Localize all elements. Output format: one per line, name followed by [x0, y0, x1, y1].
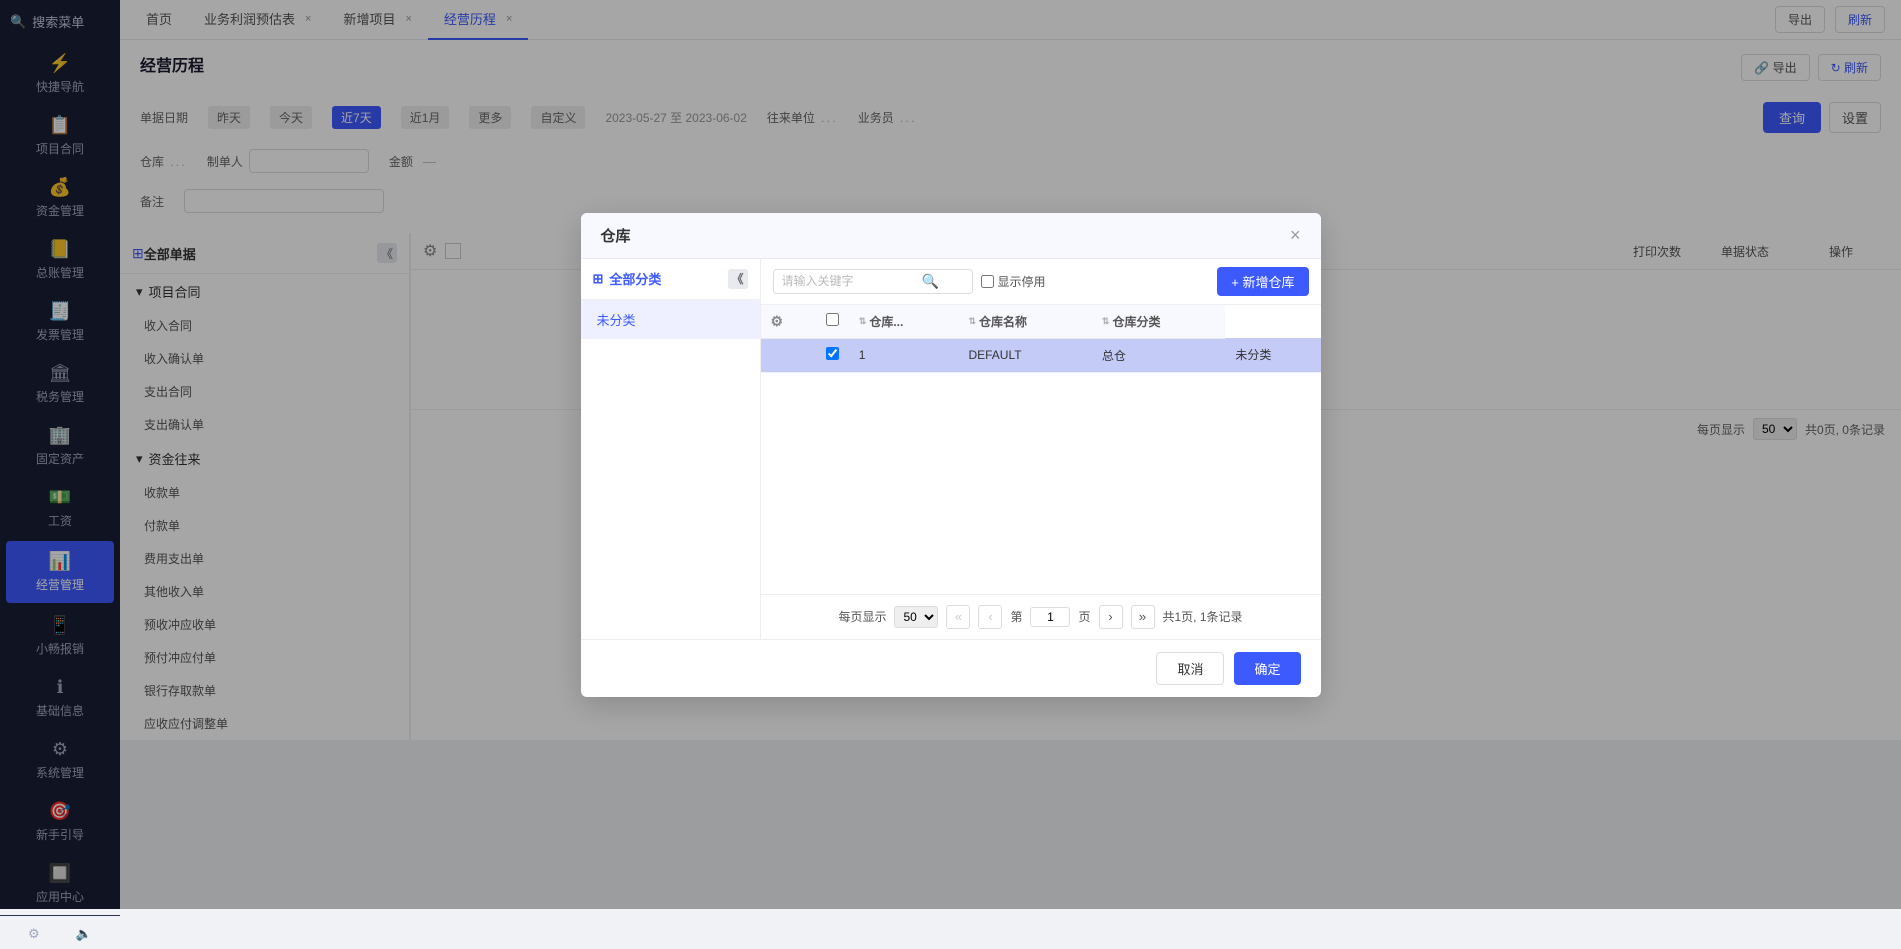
cancel-button[interactable]: 取消	[1156, 652, 1224, 685]
modal-search-icon[interactable]: 🔍	[922, 273, 939, 290]
prev-page-button[interactable]: ‹	[978, 605, 1002, 629]
confirm-button[interactable]: 确定	[1234, 652, 1300, 685]
modal-title: 仓库	[601, 225, 631, 246]
category-unclassified-label: 未分类	[597, 313, 636, 328]
th-name: ⇅ 仓库名称	[958, 305, 1091, 339]
page-number-input[interactable]	[1030, 607, 1070, 627]
warehouse-modal: 仓库 × ⊞ 全部分类 《 未分类	[581, 213, 1321, 697]
page-suffix: 页	[1078, 608, 1090, 625]
warehouse-table: ⚙ ⇅ 仓库...	[761, 305, 1321, 373]
modal-header: 仓库 ×	[581, 213, 1321, 259]
modal-overlay: 仓库 × ⊞ 全部分类 《 未分类	[0, 0, 1901, 909]
th-name-label: 仓库名称	[979, 313, 1027, 330]
td-name: 总仓	[1092, 338, 1225, 372]
modal-close-button[interactable]: ×	[1290, 225, 1301, 246]
modal-category-unclassified[interactable]: 未分类	[581, 300, 760, 339]
td-id: 1	[849, 338, 959, 372]
td-code: DEFAULT	[958, 338, 1091, 372]
modal-search-box[interactable]: 🔍	[773, 269, 973, 294]
modal-search-input[interactable]	[782, 274, 922, 288]
last-page-button[interactable]: »	[1131, 605, 1155, 629]
modal-table: ⚙ ⇅ 仓库...	[761, 305, 1321, 594]
show-disabled-label[interactable]: 显示停用	[981, 273, 1046, 290]
modal-page-size-select[interactable]: 50	[894, 606, 938, 628]
modal-pagination: 每页显示 50 « ‹ 第 页 › » 共1页, 1条记录	[761, 594, 1321, 639]
td-setting	[761, 338, 816, 372]
row-checkbox[interactable]	[826, 347, 839, 360]
modal-category-panel: ⊞ 全部分类 《 未分类	[581, 259, 761, 639]
table-body: 1 DEFAULT 总仓 未分类	[761, 338, 1321, 372]
modal-content-panel: 🔍 显示停用 + 新增仓库 ⚙	[761, 259, 1321, 639]
th-code-label: 仓库...	[869, 313, 903, 330]
th-category-label: 仓库分类	[1112, 313, 1160, 330]
modal-toolbar: 🔍 显示停用 + 新增仓库	[761, 259, 1321, 305]
show-disabled-checkbox[interactable]	[981, 275, 994, 288]
modal-left-collapse[interactable]: 《	[728, 269, 748, 289]
first-page-button[interactable]: «	[946, 605, 970, 629]
add-warehouse-button[interactable]: + 新增仓库	[1217, 267, 1308, 296]
modal-total-info: 共1页, 1条记录	[1163, 608, 1243, 625]
table-header-row: ⚙ ⇅ 仓库...	[761, 305, 1321, 339]
table-head: ⚙ ⇅ 仓库...	[761, 305, 1321, 339]
th-code: ⇅ 仓库...	[849, 305, 959, 339]
td-category: 未分类	[1225, 338, 1320, 372]
sort-icon-category: ⇅	[1102, 316, 1110, 327]
th-select-all[interactable]	[826, 313, 839, 326]
page-label: 第	[1010, 608, 1022, 625]
th-setting[interactable]: ⚙	[761, 305, 816, 339]
show-disabled-text: 显示停用	[998, 273, 1046, 290]
table-row[interactable]: 1 DEFAULT 总仓 未分类	[761, 338, 1321, 372]
sort-icon-code: ⇅	[859, 316, 867, 327]
all-category-label: 全部分类	[609, 269, 661, 288]
modal-footer: 取消 确定	[581, 639, 1321, 697]
sort-icon-name: ⇅	[968, 316, 976, 327]
th-checkbox[interactable]	[816, 305, 849, 339]
modal-all-category[interactable]: ⊞ 全部分类 《	[581, 259, 760, 300]
td-checkbox[interactable]	[816, 338, 849, 372]
modal-body: ⊞ 全部分类 《 未分类 🔍 显示停用	[581, 259, 1321, 639]
next-page-button[interactable]: ›	[1099, 605, 1123, 629]
grid-icon2: ⊞	[593, 271, 604, 287]
per-page-label: 每页显示	[838, 608, 886, 625]
th-category: ⇅ 仓库分类	[1092, 305, 1225, 339]
